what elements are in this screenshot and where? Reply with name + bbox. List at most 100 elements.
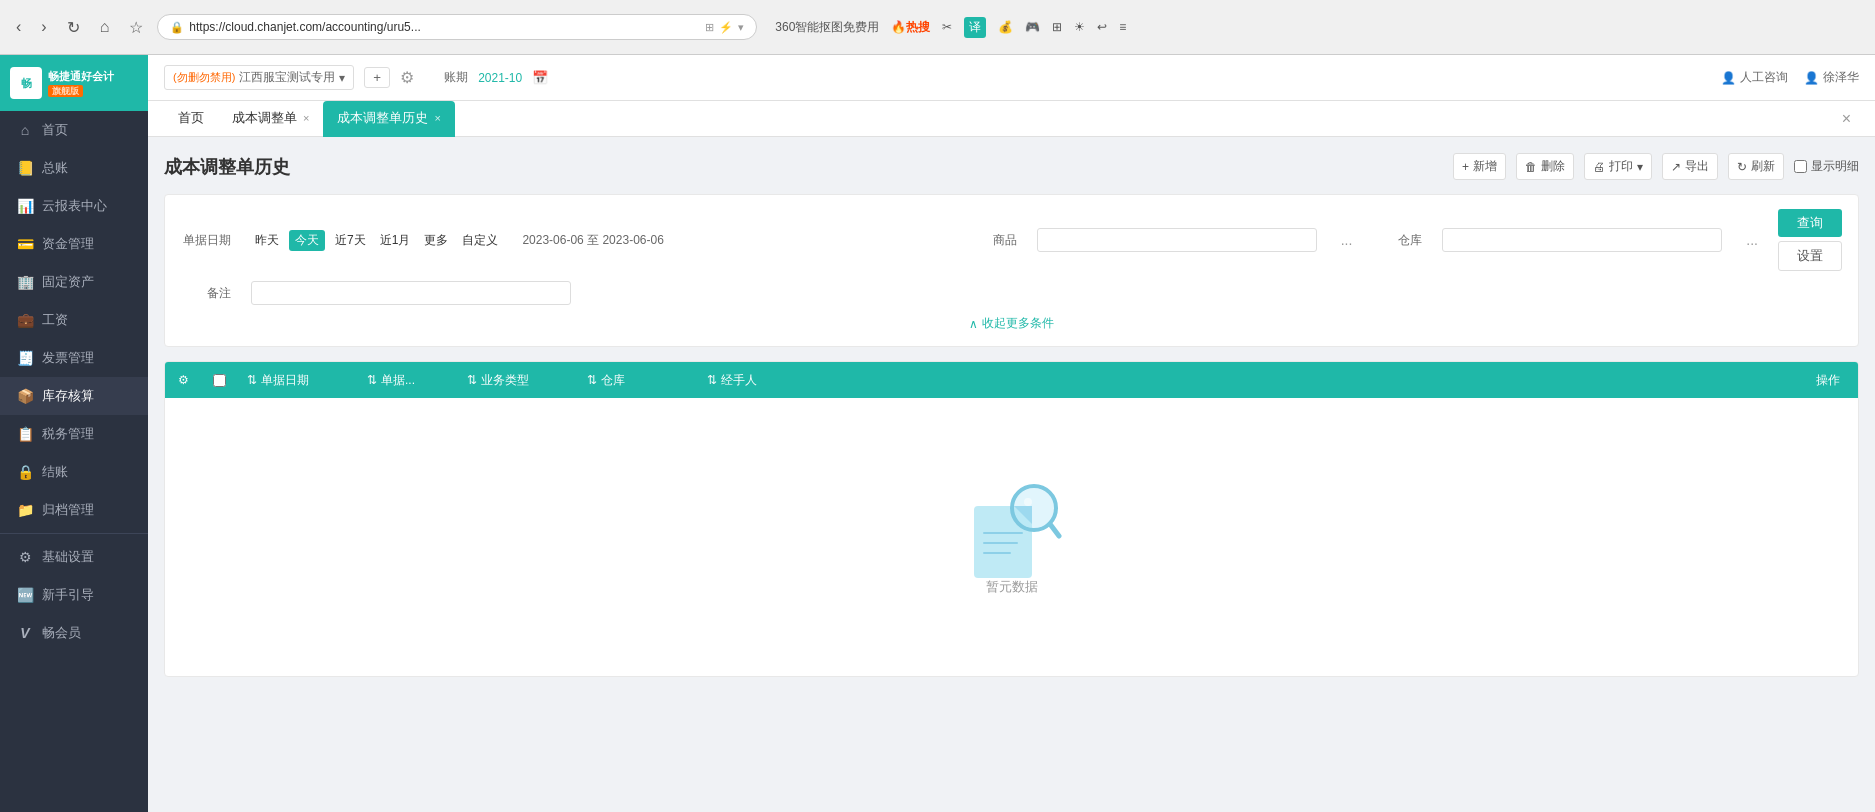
calendar-icon[interactable]: 📅 <box>532 70 548 85</box>
new-button[interactable]: + 新增 <box>1453 153 1506 180</box>
consultant-button[interactable]: 👤 人工咨询 <box>1721 69 1788 86</box>
sidebar-item-base[interactable]: ⚙ 基础设置 <box>0 538 148 576</box>
search-label: 360智能抠图免费用 <box>775 19 879 36</box>
sidebar-item-assets[interactable]: 🏢 固定资产 <box>0 263 148 301</box>
date-yesterday[interactable]: 昨天 <box>251 230 283 251</box>
tab-cost-adjust-close[interactable]: × <box>303 112 309 124</box>
wallet-icon[interactable]: 💰 <box>998 20 1013 34</box>
table-select-all[interactable] <box>201 374 237 387</box>
print-icon: 🖨 <box>1593 160 1605 174</box>
sidebar-item-inventory[interactable]: 📦 库存核算 <box>0 377 148 415</box>
col-handler[interactable]: ⇅ 经手人 <box>697 372 817 389</box>
url-bar[interactable]: 🔒 https://cloud.chanjet.com/accounting/u… <box>157 14 757 40</box>
sidebar-item-tax[interactable]: 📋 税务管理 <box>0 415 148 453</box>
note-input[interactable] <box>251 281 571 305</box>
tab-cost-adjust[interactable]: 成本调整单 × <box>218 101 323 137</box>
sidebar-item-closing[interactable]: 🔒 结账 <box>0 453 148 491</box>
menu-icon[interactable]: ≡ <box>1119 20 1126 34</box>
url-text: https://cloud.chanjet.com/accounting/uru… <box>189 20 420 34</box>
date-more[interactable]: 更多 <box>420 230 452 251</box>
sidebar-label-tax: 税务管理 <box>42 425 94 443</box>
settings-button[interactable]: 设置 <box>1778 241 1842 271</box>
tab-history-label: 成本调整单历史 <box>337 109 428 127</box>
game-icon[interactable]: 🎮 <box>1025 20 1040 34</box>
sidebar-item-home[interactable]: ⌂ 首页 <box>0 111 148 149</box>
col-warehouse[interactable]: ⇅ 仓库 <box>577 372 697 389</box>
select-all-checkbox[interactable] <box>213 374 226 387</box>
invoices-icon: 🧾 <box>16 350 34 366</box>
settings-icon: ⚙ <box>178 373 189 387</box>
delete-button[interactable]: 🗑 删除 <box>1516 153 1574 180</box>
apps-icon[interactable]: ⊞ <box>1052 20 1062 34</box>
translate-icon[interactable]: 译 <box>964 17 986 38</box>
brightness-icon[interactable]: ☀ <box>1074 20 1085 34</box>
sidebar-label-archive: 归档管理 <box>42 501 94 519</box>
add-company-button[interactable]: + <box>364 67 390 88</box>
assets-icon: 🏢 <box>16 274 34 290</box>
tab-home[interactable]: 首页 <box>164 101 218 137</box>
delete-label: 删除 <box>1541 158 1565 175</box>
sidebar-item-funds[interactable]: 💳 资金管理 <box>0 225 148 263</box>
sidebar-item-salary[interactable]: 💼 工资 <box>0 301 148 339</box>
user-menu[interactable]: 👤 徐泽华 <box>1804 69 1859 86</box>
company-selector[interactable]: (勿删勿禁用) 江西服宝测试专用 ▾ <box>164 65 354 90</box>
col-biztype-label: 业务类型 <box>481 372 529 389</box>
print-button[interactable]: 🖨 打印 ▾ <box>1584 153 1652 180</box>
col-action-label: 操作 <box>1816 372 1840 389</box>
sort-icon: ⇅ <box>247 373 257 387</box>
sidebar-item-invoices[interactable]: 🧾 发票管理 <box>0 339 148 377</box>
date-today[interactable]: 今天 <box>289 230 325 251</box>
forward-button[interactable]: › <box>35 14 52 40</box>
refresh-button[interactable]: ↻ <box>61 14 86 41</box>
inventory-icon: 📦 <box>16 388 34 404</box>
date-7days[interactable]: 近7天 <box>331 230 370 251</box>
company-settings-icon[interactable]: ⚙ <box>400 68 414 87</box>
tab-history-close[interactable]: × <box>434 112 440 124</box>
warehouse-input[interactable] <box>1442 228 1722 252</box>
refresh-icon: ↻ <box>1737 160 1747 174</box>
reports-icon: 📊 <box>16 198 34 214</box>
note-label: 备注 <box>181 285 231 302</box>
col-date-label: 单据日期 <box>261 372 309 389</box>
refresh-button[interactable]: ↻ 刷新 <box>1728 153 1784 180</box>
date-custom[interactable]: 自定义 <box>458 230 502 251</box>
sidebar-item-reports[interactable]: 📊 云报表中心 <box>0 187 148 225</box>
sidebar-label-funds: 资金管理 <box>42 235 94 253</box>
guide-icon: 🆕 <box>16 587 34 603</box>
sidebar-label-member: 畅会员 <box>42 624 81 642</box>
col-date[interactable]: ⇅ 单据日期 <box>237 372 357 389</box>
export-button[interactable]: ↗ 导出 <box>1662 153 1718 180</box>
sidebar-item-ledger[interactable]: 📒 总账 <box>0 149 148 187</box>
warehouse-more-btn[interactable]: ... <box>1746 232 1758 248</box>
date-1month[interactable]: 近1月 <box>376 230 415 251</box>
collapse-button[interactable]: ∧ 收起更多条件 <box>969 315 1054 332</box>
empty-illustration <box>962 478 1062 578</box>
sidebar-label-home: 首页 <box>42 121 68 139</box>
sidebar-item-archive[interactable]: 📁 归档管理 <box>0 491 148 529</box>
table-settings-btn[interactable]: ⚙ <box>165 373 201 387</box>
star-button[interactable]: ☆ <box>123 14 149 41</box>
sidebar-item-guide[interactable]: 🆕 新手引导 <box>0 576 148 614</box>
browser-chrome: ‹ › ↻ ⌂ ☆ 🔒 https://cloud.chanjet.com/ac… <box>0 0 1875 55</box>
show-detail-checkbox[interactable] <box>1794 160 1807 173</box>
col-docno[interactable]: ⇅ 单据... <box>357 372 457 389</box>
collapse-icon: ∧ <box>969 317 978 331</box>
home-icon: ⌂ <box>16 122 34 138</box>
col-action: 操作 <box>1798 372 1858 389</box>
toolbar: + 新增 🗑 删除 🖨 打印 ▾ ↗ 导出 <box>1453 153 1859 180</box>
undo-icon[interactable]: ↩ <box>1097 20 1107 34</box>
logo-text: 畅捷通好会计 旗舰版 <box>48 69 114 98</box>
delete-icon: 🗑 <box>1525 160 1537 174</box>
col-biztype[interactable]: ⇅ 业务类型 <box>457 372 577 389</box>
sidebar-item-member[interactable]: V 畅会员 <box>0 614 148 652</box>
query-button[interactable]: 查询 <box>1778 209 1842 237</box>
scissors-icon[interactable]: ✂ <box>942 20 952 34</box>
tab-cost-adjust-label: 成本调整单 <box>232 109 297 127</box>
col-handler-label: 经手人 <box>721 372 757 389</box>
home-button[interactable]: ⌂ <box>94 14 116 40</box>
goods-input[interactable] <box>1037 228 1317 252</box>
tab-cost-adjust-history[interactable]: 成本调整单历史 × <box>323 101 454 137</box>
tab-close-window[interactable]: × <box>1834 110 1859 128</box>
goods-more-btn[interactable]: ... <box>1341 232 1353 248</box>
back-button[interactable]: ‹ <box>10 14 27 40</box>
